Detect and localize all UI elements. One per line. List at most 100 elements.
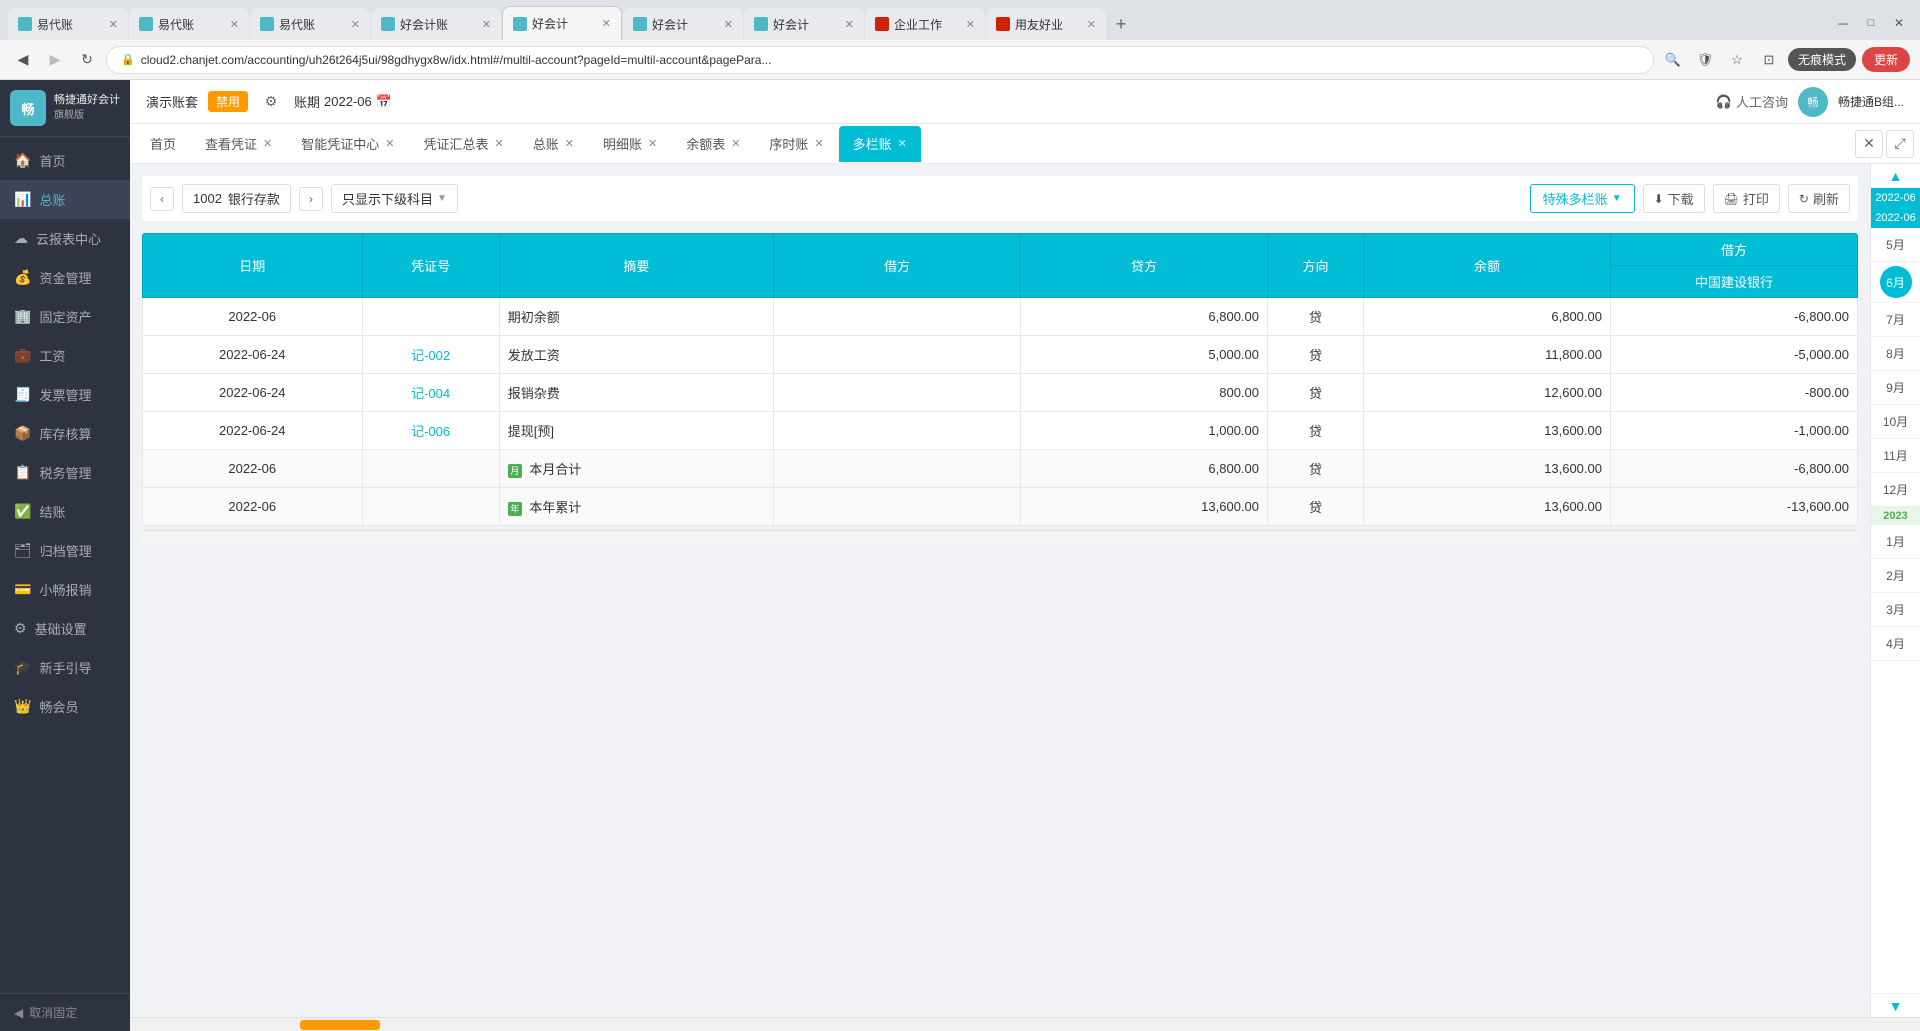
print-btn[interactable]: 🖨 打印 — [1713, 184, 1780, 213]
date-panel-up[interactable]: ▲ — [1871, 164, 1920, 188]
tab-collapse-btn[interactable]: ✕ — [1855, 130, 1883, 158]
forward-button[interactable]: ▶ — [42, 47, 68, 73]
tab-close-icon[interactable]: ✕ — [230, 18, 239, 31]
tab-close[interactable]: ✕ — [898, 137, 907, 150]
date-item-2023-1[interactable]: 1月 — [1871, 525, 1920, 559]
date-item-8[interactable]: 8月 — [1871, 337, 1920, 371]
window-close[interactable]: ✕ — [1886, 10, 1912, 36]
date-item-5[interactable]: 5月 — [1871, 228, 1920, 262]
date-item-10[interactable]: 10月 — [1871, 405, 1920, 439]
browser-tab-7[interactable]: 好会计 ✕ — [744, 8, 864, 40]
date-item-2023-3[interactable]: 3月 — [1871, 593, 1920, 627]
account-selector[interactable]: 1002 银行存款 — [182, 184, 291, 213]
tab-voucher-view[interactable]: 查看凭证 ✕ — [191, 126, 286, 162]
sidebar-item-settings[interactable]: ⚙ 基础设置 — [0, 609, 130, 648]
date-item-7[interactable]: 7月 — [1871, 303, 1920, 337]
refresh-button[interactable]: ↻ — [74, 47, 100, 73]
tab-close[interactable]: ✕ — [495, 137, 504, 150]
horizontal-scrollbar[interactable] — [142, 530, 1858, 544]
incognito-badge[interactable]: 无痕模式 — [1788, 48, 1856, 71]
tab-expand-btn[interactable]: ⤢ — [1886, 130, 1914, 158]
back-button[interactable]: ◀ — [10, 47, 36, 73]
tab-multi-column-active[interactable]: 多栏账 ✕ — [839, 126, 921, 162]
prev-account-btn[interactable]: ‹ — [150, 187, 174, 211]
tab-close[interactable]: ✕ — [648, 137, 657, 150]
settings-button[interactable]: ⚙ — [258, 89, 284, 115]
date-item-2023-4[interactable]: 4月 — [1871, 627, 1920, 661]
date-item-9[interactable]: 9月 — [1871, 371, 1920, 405]
sidebar-item-funds[interactable]: 💰 资金管理 — [0, 258, 130, 297]
update-button[interactable]: 更新 — [1862, 47, 1910, 72]
cell-voucher[interactable]: 记-006 — [362, 412, 499, 450]
tab-home[interactable]: 首页 — [136, 126, 190, 162]
window-maximize[interactable]: □ — [1858, 10, 1884, 36]
sidebar-item-tax[interactable]: 📋 税务管理 — [0, 453, 130, 492]
tab-detail-ledger[interactable]: 明细账 ✕ — [589, 126, 671, 162]
sidebar-item-inventory[interactable]: 📦 库存核算 — [0, 414, 130, 453]
date-item-2023-2[interactable]: 2月 — [1871, 559, 1920, 593]
tab-close-icon[interactable]: ✕ — [966, 18, 975, 31]
star-icon[interactable]: ☆ — [1724, 47, 1750, 73]
tab-smart-voucher[interactable]: 智能凭证中心 ✕ — [287, 126, 408, 162]
tab-close[interactable]: ✕ — [385, 137, 394, 150]
user-avatar[interactable]: 畅 — [1798, 87, 1828, 117]
tab-close-icon[interactable]: ✕ — [845, 18, 854, 31]
sidebar-item-ledger[interactable]: 📊 总账 — [0, 180, 130, 219]
sidebar-toggle[interactable]: ⊡ — [1756, 47, 1782, 73]
tab-close[interactable]: ✕ — [263, 137, 272, 150]
sidebar-item-invoice[interactable]: 🧾 发票管理 — [0, 375, 130, 414]
tab-close-icon[interactable]: ✕ — [482, 18, 491, 31]
browser-tab-6[interactable]: 好会计 ✕ — [623, 8, 743, 40]
sidebar-item-expense[interactable]: 💳 小畅报销 — [0, 570, 130, 609]
sidebar-item-guide[interactable]: 🎓 新手引导 — [0, 648, 130, 687]
special-btn[interactable]: 特殊多栏账 ▼ — [1530, 184, 1635, 213]
date-item-11[interactable]: 11月 — [1871, 439, 1920, 473]
demo-badge[interactable]: 禁用 — [208, 91, 248, 112]
window-minimize[interactable]: ─ — [1830, 10, 1856, 36]
sidebar-item-member[interactable]: 👑 畅会员 — [0, 687, 130, 726]
sidebar-item-salary[interactable]: 💼 工资 — [0, 336, 130, 375]
download-btn[interactable]: ⬇ 下载 — [1643, 184, 1705, 213]
browser-tab-4[interactable]: 好会计账 ✕ — [371, 8, 501, 40]
consult-button[interactable]: 🎧 人工咨询 — [1716, 92, 1788, 111]
sidebar-footer[interactable]: ◀ 取消固定 — [0, 993, 130, 1031]
date-item-6-active[interactable]: 6月 — [1871, 262, 1920, 303]
sidebar-item-closing[interactable]: ✅ 结账 — [0, 492, 130, 531]
date-panel-down[interactable]: ▼ — [1871, 993, 1920, 1017]
search-icon[interactable]: 🔍 — [1660, 47, 1686, 73]
browser-tab-9[interactable]: 用友好业 ✕ — [986, 8, 1106, 40]
sidebar-item-assets[interactable]: 🏢 固定资产 — [0, 297, 130, 336]
shield-icon[interactable]: 🛡 — [1692, 47, 1718, 73]
url-bar[interactable]: 🔒 cloud2.chanjet.com/accounting/uh26t264… — [106, 46, 1654, 74]
filter-dropdown[interactable]: 只显示下级科目 ▼ — [331, 184, 458, 213]
tab-sequence-ledger[interactable]: 序时账 ✕ — [755, 126, 837, 162]
next-account-btn[interactable]: › — [299, 187, 323, 211]
sidebar-item-reports[interactable]: ☁ 云报表中心 — [0, 219, 130, 258]
cell-voucher[interactable]: 记-002 — [362, 336, 499, 374]
tab-close-icon[interactable]: ✕ — [109, 18, 118, 31]
refresh-btn[interactable]: ↻ 刷新 — [1788, 184, 1850, 213]
bottom-scrollbar[interactable] — [130, 1017, 1920, 1031]
period-display[interactable]: 账期 2022-06 📅 — [294, 92, 392, 111]
tab-balance-table[interactable]: 余额表 ✕ — [672, 126, 754, 162]
browser-tab-5-active[interactable]: 好会计 ✕ — [502, 6, 622, 40]
tab-close-icon[interactable]: ✕ — [351, 18, 360, 31]
tab-voucher-summary[interactable]: 凭证汇总表 ✕ — [409, 126, 517, 162]
date-item-12[interactable]: 12月 — [1871, 473, 1920, 507]
cell-voucher[interactable]: 记-004 — [362, 374, 499, 412]
new-tab-button[interactable]: + — [1107, 10, 1135, 38]
browser-tab-8[interactable]: 企业工作 ✕ — [865, 8, 985, 40]
user-name[interactable]: 畅捷通B组... — [1838, 93, 1904, 110]
browser-tab-3[interactable]: 易代账 ✕ — [250, 8, 370, 40]
tab-close[interactable]: ✕ — [565, 137, 574, 150]
tab-close[interactable]: ✕ — [814, 137, 823, 150]
tab-close-icon[interactable]: ✕ — [724, 18, 733, 31]
tab-general-ledger[interactable]: 总账 ✕ — [519, 126, 588, 162]
tab-close[interactable]: ✕ — [731, 137, 740, 150]
browser-tab-1[interactable]: 易代账 ✕ — [8, 8, 128, 40]
sidebar-item-archive[interactable]: 🗂 归档管理 — [0, 531, 130, 570]
browser-tab-2[interactable]: 易代账 ✕ — [129, 8, 249, 40]
sidebar-item-home[interactable]: 🏠 首页 — [0, 141, 130, 180]
tab-close-icon[interactable]: ✕ — [1087, 18, 1096, 31]
tab-close-icon[interactable]: ✕ — [602, 17, 611, 30]
